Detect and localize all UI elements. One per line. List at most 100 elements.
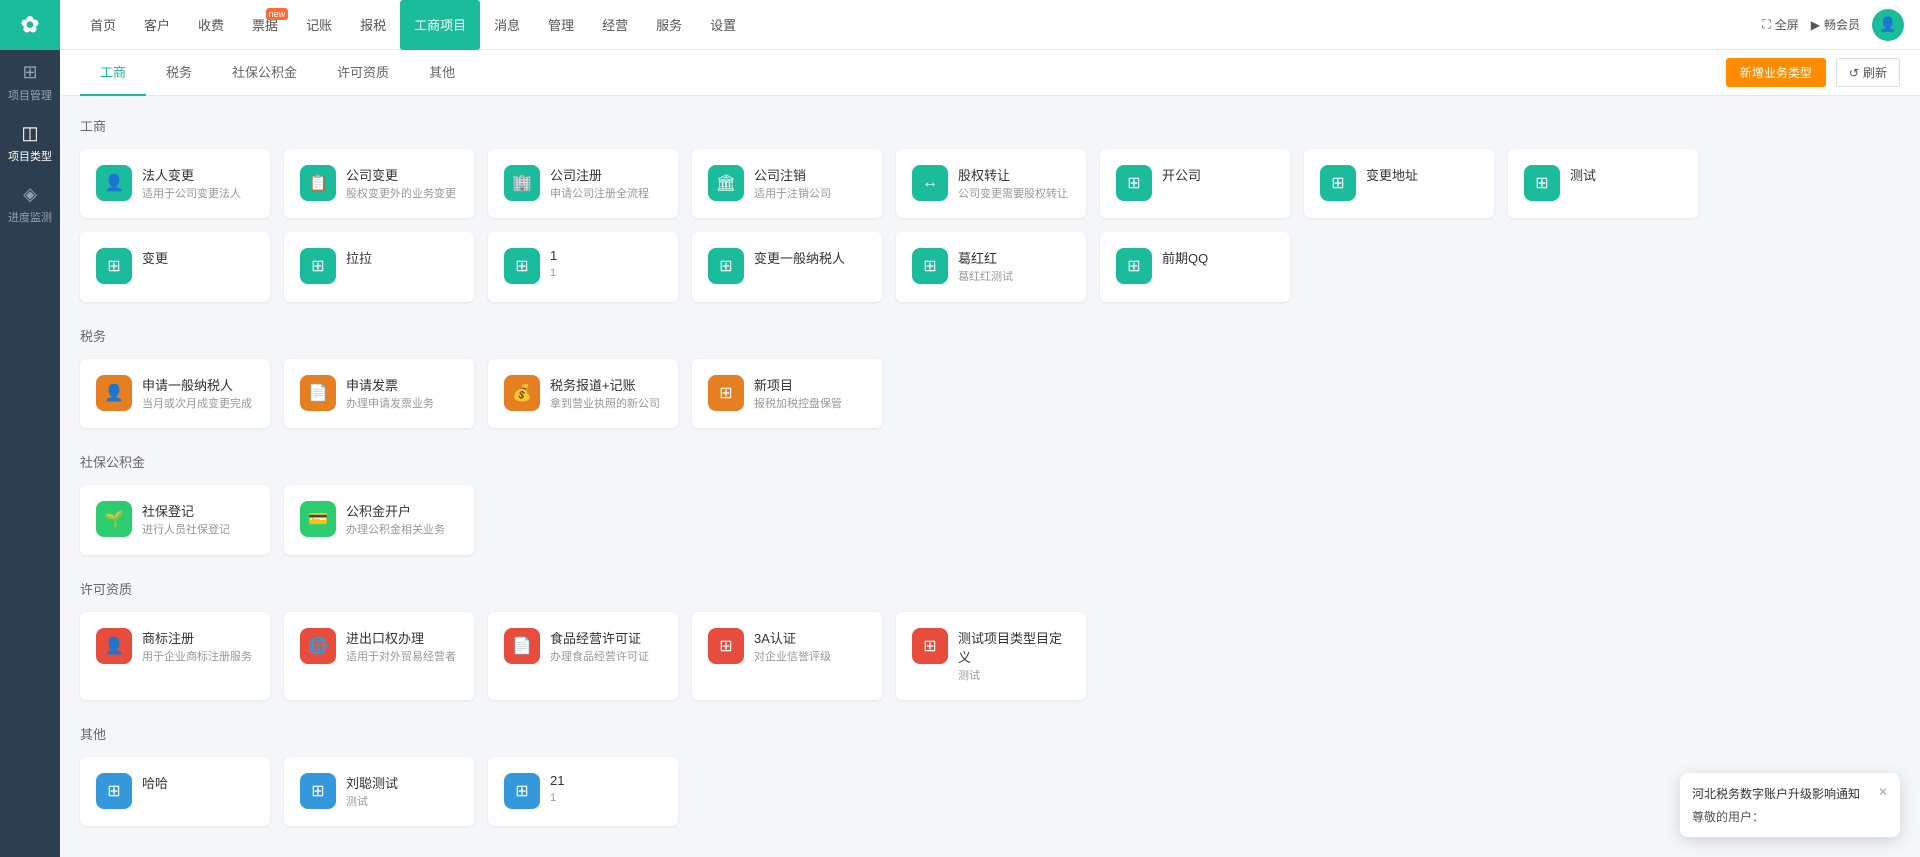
- card-title: 食品经营许可证: [550, 628, 662, 647]
- sub-tabs: 工商 税务 社保公积金 许可资质 其他 新增业务类型 ↺ 刷新: [60, 50, 1920, 96]
- tab-actions: 新增业务类型 ↺ 刷新: [1726, 58, 1900, 87]
- nav-billing[interactable]: 收费: [184, 0, 238, 50]
- subtab-social-fund[interactable]: 社保公积金: [212, 50, 317, 96]
- card-new-project[interactable]: ⊞ 新项目 报税加税控盘保管: [692, 359, 882, 428]
- new-type-button[interactable]: 新增业务类型: [1726, 58, 1826, 87]
- card-apply-taxpayer[interactable]: 👤 申请一般纳税人 当月或次月成变更完成: [80, 359, 270, 428]
- member-button[interactable]: ▶ 畅会员: [1811, 16, 1860, 33]
- member-icon: ▶: [1811, 18, 1820, 32]
- tax-cards-grid: 👤 申请一般纳税人 当月或次月成变更完成 📄 申请发票 办理申请发票业务: [80, 359, 1900, 428]
- card-equity-transfer[interactable]: ↔ 股权转让 公司变更需要股权转让: [896, 149, 1086, 218]
- card-haha[interactable]: ⊞ 哈哈: [80, 757, 270, 826]
- top-nav: 首页 客户 收费 票据 new 记账 报税 工商项目 消息 管理 经营 服务 设…: [60, 0, 1920, 50]
- card-title: 申请一般纳税人: [142, 375, 254, 394]
- card-test-type[interactable]: ⊞ 测试项目类型目定义 测试: [896, 612, 1086, 700]
- card-desc: 申请公司注册全流程: [550, 187, 662, 202]
- sidebar-item-project-mgmt[interactable]: ⊞ 项目管理: [0, 50, 60, 111]
- card-tax-report-bookkeeping[interactable]: 💰 税务报道+记账 拿到营业执照的新公司: [488, 359, 678, 428]
- card-desc: 适用于注销公司: [754, 187, 866, 202]
- nav-operations[interactable]: 经营: [588, 0, 642, 50]
- user-avatar[interactable]: 👤: [1872, 9, 1904, 41]
- test-type-icon: ⊞: [912, 628, 948, 664]
- sidebar-logo: ✿: [0, 0, 60, 50]
- progress-icon: ◈: [23, 184, 37, 205]
- card-apply-invoice[interactable]: 📄 申请发票 办理申请发票业务: [284, 359, 474, 428]
- card-change-taxpayer[interactable]: ⊞ 变更一般纳税人: [692, 232, 882, 301]
- new-project-icon: ⊞: [708, 375, 744, 411]
- card-desc: 进行人员社保登记: [142, 523, 254, 538]
- card-company-change[interactable]: 📋 公司变更 股权变更外的业务变更: [284, 149, 474, 218]
- nav-messages[interactable]: 消息: [480, 0, 534, 50]
- lala-icon: ⊞: [300, 248, 336, 284]
- card-desc: 股权变更外的业务变更: [346, 187, 458, 202]
- card-desc: 当月或次月成变更完成: [142, 397, 254, 412]
- nav-tax[interactable]: 报税: [346, 0, 400, 50]
- card-liu-test[interactable]: ⊞ 刘聪测试 测试: [284, 757, 474, 826]
- subtab-tax[interactable]: 税务: [146, 50, 212, 96]
- chat-close-button[interactable]: ✕: [1878, 785, 1888, 799]
- card-change1[interactable]: ⊞ 变更: [80, 232, 270, 301]
- card-open-company[interactable]: ⊞ 开公司: [1100, 149, 1290, 218]
- nav-services[interactable]: 服务: [642, 0, 696, 50]
- sidebar-item-label: 项目类型: [8, 148, 52, 164]
- food-license-icon: 📄: [504, 628, 540, 664]
- card-desc: 适用于对外贸易经营者: [346, 650, 458, 665]
- section-biz-title: 工商: [80, 116, 1900, 135]
- nav-settings[interactable]: 设置: [696, 0, 750, 50]
- card-desc: 葛红红测试: [958, 270, 1070, 285]
- card-title: 公司变更: [346, 165, 458, 184]
- card-legal-change[interactable]: 👤 法人变更 适用于公司变更法人: [80, 149, 270, 218]
- company-register-icon: 🏢: [504, 165, 540, 201]
- social-cards-grid: 🌱 社保登记 进行人员社保登记 💳 公积金开户 办理公积金相关业务: [80, 485, 1900, 554]
- nav-actions: ⛶ 全屏 ▶ 畅会员 👤: [1762, 9, 1904, 41]
- card-trademark[interactable]: 👤 商标注册 用于企业商标注册服务: [80, 612, 270, 700]
- gehonghong-icon: ⊞: [912, 248, 948, 284]
- fullscreen-button[interactable]: ⛶ 全屏: [1762, 16, 1798, 33]
- subtab-biz[interactable]: 工商: [80, 50, 146, 96]
- card-food-license[interactable]: 📄 食品经营许可证 办理食品经营许可证: [488, 612, 678, 700]
- card-fund-open[interactable]: 💳 公积金开户 办理公积金相关业务: [284, 485, 474, 554]
- card-3a-cert[interactable]: ⊞ 3A认证 对企业信誉评级: [692, 612, 882, 700]
- card-title: 商标注册: [142, 628, 254, 647]
- card-one[interactable]: ⊞ 1 1: [488, 232, 678, 301]
- nav-management[interactable]: 管理: [534, 0, 588, 50]
- legal-change-icon: 👤: [96, 165, 132, 201]
- sidebar-item-progress-monitor[interactable]: ◈ 进度监测: [0, 172, 60, 233]
- subtab-license[interactable]: 许可资质: [317, 50, 409, 96]
- sidebar-item-project-type[interactable]: ◫ 项目类型: [0, 111, 60, 172]
- card-test1[interactable]: ⊞ 测试: [1508, 149, 1698, 218]
- one-icon: ⊞: [504, 248, 540, 284]
- equity-transfer-icon: ↔: [912, 165, 948, 201]
- nav-customers[interactable]: 客户: [130, 0, 184, 50]
- social-register-icon: 🌱: [96, 501, 132, 537]
- nav-tickets[interactable]: 票据 new: [238, 0, 292, 50]
- card-social-register[interactable]: 🌱 社保登记 进行人员社保登记: [80, 485, 270, 554]
- change-address-icon: ⊞: [1320, 165, 1356, 201]
- test1-icon: ⊞: [1524, 165, 1560, 201]
- nav-bookkeeping[interactable]: 记账: [292, 0, 346, 50]
- card-import-export[interactable]: 🌐 进出口权办理 适用于对外贸易经营者: [284, 612, 474, 700]
- card-desc: 公司变更需要股权转让: [958, 187, 1070, 202]
- card-company-cancel[interactable]: 🏛 公司注销 适用于注销公司: [692, 149, 882, 218]
- sidebar-item-label: 进度监测: [8, 209, 52, 225]
- card-title: 税务报道+记账: [550, 375, 662, 394]
- company-change-icon: 📋: [300, 165, 336, 201]
- card-twenty-one[interactable]: ⊞ 21 1: [488, 757, 678, 826]
- card-title: 3A认证: [754, 628, 866, 647]
- card-change-address[interactable]: ⊞ 变更地址: [1304, 149, 1494, 218]
- card-earlier-qq[interactable]: ⊞ 前期QQ: [1100, 232, 1290, 301]
- refresh-button[interactable]: ↺ 刷新: [1836, 58, 1900, 87]
- other-cards-grid: ⊞ 哈哈 ⊞ 刘聪测试 测试: [80, 757, 1900, 826]
- sidebar: ✿ ⊞ 项目管理 ◫ 项目类型 ◈ 进度监测: [0, 0, 60, 857]
- nav-biz-project[interactable]: 工商项目: [400, 0, 480, 50]
- card-lala[interactable]: ⊞ 拉拉: [284, 232, 474, 301]
- twenty-one-icon: ⊞: [504, 773, 540, 809]
- nav-home[interactable]: 首页: [76, 0, 130, 50]
- card-title: 葛红红: [958, 248, 1070, 267]
- card-gehonghong[interactable]: ⊞ 葛红红 葛红红测试: [896, 232, 1086, 301]
- section-tax-title: 税务: [80, 326, 1900, 345]
- apply-invoice-icon: 📄: [300, 375, 336, 411]
- card-desc: 用于企业商标注册服务: [142, 650, 254, 665]
- subtab-other[interactable]: 其他: [409, 50, 475, 96]
- card-company-register[interactable]: 🏢 公司注册 申请公司注册全流程: [488, 149, 678, 218]
